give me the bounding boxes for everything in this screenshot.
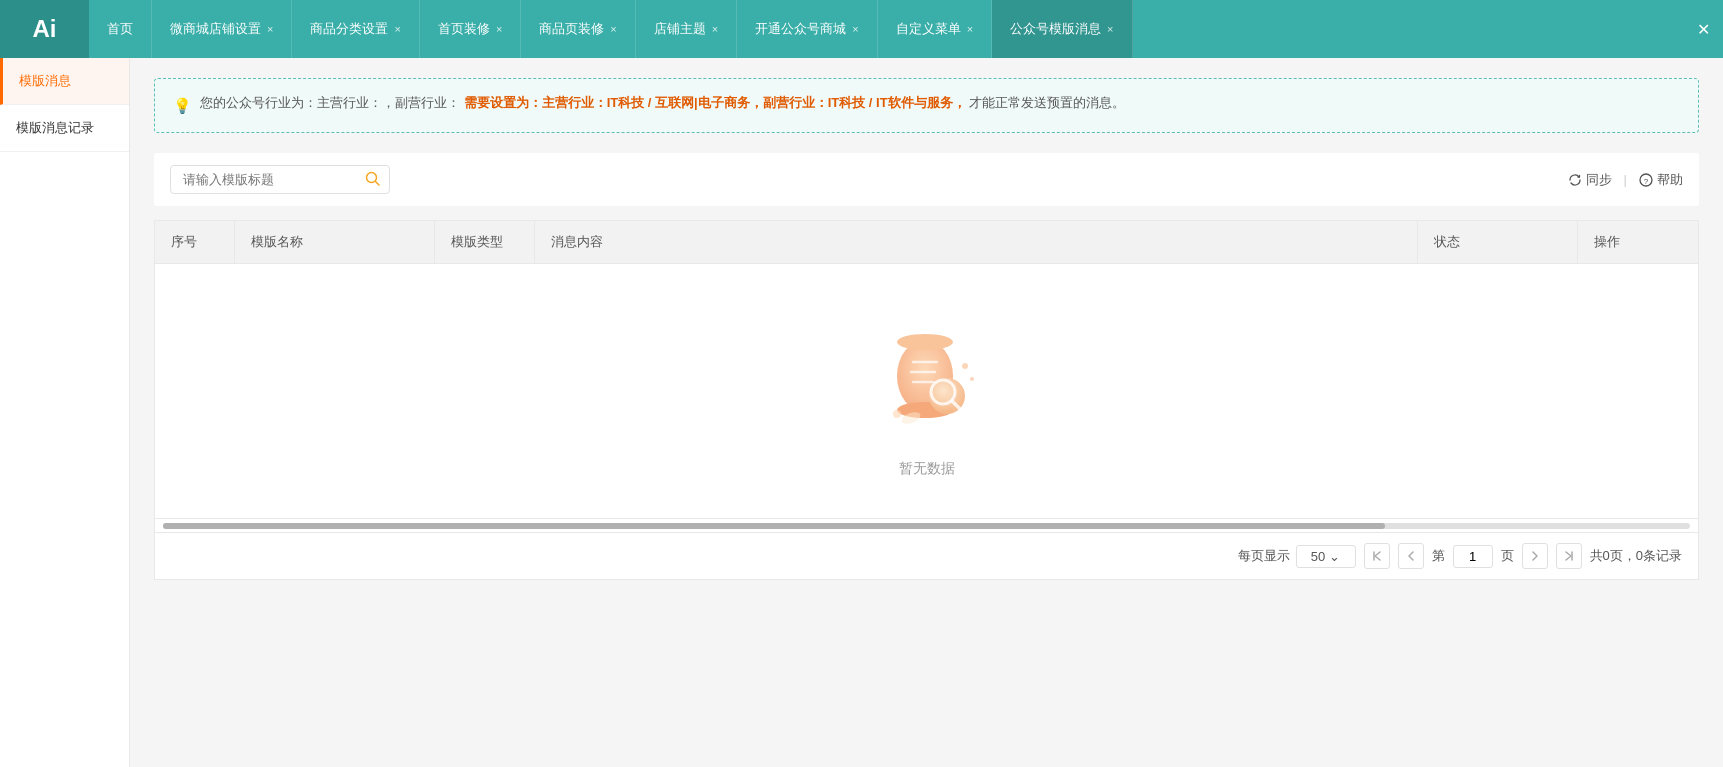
search-bar: 同步 | ? 帮助 — [154, 153, 1699, 206]
nav-tab-home-decoration[interactable]: 首页装修 × — [420, 0, 521, 58]
nav-tab-product-decoration[interactable]: 商品页装修 × — [521, 0, 635, 58]
nav-tabs: 首页 微商城店铺设置 × 商品分类设置 × 首页装修 × 商品页装修 × 店铺主… — [89, 0, 1683, 58]
close-tab-open-mall[interactable]: × — [852, 23, 858, 35]
col-header-content: 消息内容 — [535, 221, 1418, 263]
nav-tab-category-settings[interactable]: 商品分类设置 × — [292, 0, 419, 58]
close-all-tabs-button[interactable]: ✕ — [1683, 0, 1723, 58]
page-size-select[interactable]: 50 ⌄ — [1296, 545, 1356, 568]
notice-box: 💡 您的公众号行业为：主营行业：，副营行业： 需要设置为：主营行业：IT科技 /… — [154, 78, 1699, 133]
sidebar: 模版消息 模版消息记录 — [0, 58, 130, 767]
svg-point-5 — [897, 334, 953, 350]
close-tab-custom-menu[interactable]: × — [967, 23, 973, 35]
col-header-status: 状态 — [1418, 221, 1578, 263]
app-logo: Ai — [0, 0, 89, 58]
chevron-down-icon: ⌄ — [1329, 549, 1340, 564]
close-tab-template-msg[interactable]: × — [1107, 23, 1113, 35]
nav-tab-shop-settings[interactable]: 微商城店铺设置 × — [152, 0, 292, 58]
sidebar-item-template-msg-records[interactable]: 模版消息记录 — [0, 105, 129, 152]
table-header: 序号 模版名称 模版类型 消息内容 状态 操作 — [154, 220, 1699, 263]
col-header-action: 操作 — [1578, 221, 1698, 263]
empty-text: 暂无数据 — [899, 460, 955, 478]
horizontal-scrollbar[interactable] — [154, 519, 1699, 533]
nav-tab-open-mall[interactable]: 开通公众号商城 × — [737, 0, 877, 58]
search-input-wrap — [170, 165, 390, 194]
sidebar-item-template-msg[interactable]: 模版消息 — [0, 58, 129, 105]
first-page-button[interactable] — [1364, 543, 1390, 569]
col-header-type: 模版类型 — [435, 221, 535, 263]
help-button[interactable]: ? 帮助 — [1639, 171, 1683, 189]
svg-point-15 — [893, 410, 901, 418]
close-tab-product-decoration[interactable]: × — [610, 23, 616, 35]
page-total: 共0页，0条记录 — [1590, 547, 1682, 565]
content-area: 💡 您的公众号行业为：主营行业：，副营行业： 需要设置为：主营行业：IT科技 /… — [130, 58, 1723, 767]
close-tab-home-decoration[interactable]: × — [496, 23, 502, 35]
sync-button[interactable]: 同步 — [1568, 171, 1612, 189]
nav-tab-home[interactable]: 首页 — [89, 0, 152, 58]
search-left — [170, 165, 390, 194]
prev-page-button[interactable] — [1398, 543, 1424, 569]
close-tab-category-settings[interactable]: × — [394, 23, 400, 35]
empty-illustration — [867, 324, 987, 444]
close-tab-shop-settings[interactable]: × — [267, 23, 273, 35]
last-page-button[interactable] — [1556, 543, 1582, 569]
page-number-input[interactable] — [1453, 545, 1493, 568]
next-page-button[interactable] — [1522, 543, 1548, 569]
col-header-index: 序号 — [155, 221, 235, 263]
svg-text:?: ? — [1644, 177, 1649, 186]
nav-tab-custom-menu[interactable]: 自定义菜单 × — [878, 0, 992, 58]
main-layout: 模版消息 模版消息记录 💡 您的公众号行业为：主营行业：，副营行业： 需要设置为… — [0, 58, 1723, 767]
search-right: 同步 | ? 帮助 — [1568, 171, 1683, 189]
svg-point-14 — [970, 377, 974, 381]
divider: | — [1624, 172, 1627, 187]
notice-icon: 💡 — [173, 94, 192, 118]
svg-line-1 — [376, 181, 380, 185]
search-input[interactable] — [170, 165, 390, 194]
empty-state: 暂无数据 — [154, 263, 1699, 519]
top-nav: Ai 首页 微商城店铺设置 × 商品分类设置 × 首页装修 × 商品页装修 × … — [0, 0, 1723, 58]
scrollbar-thumb — [163, 523, 1385, 529]
data-table: 序号 模版名称 模版类型 消息内容 状态 操作 — [154, 220, 1699, 580]
close-tab-store-theme[interactable]: × — [712, 23, 718, 35]
nav-tab-template-msg[interactable]: 公众号模版消息 × — [992, 0, 1132, 58]
pagination-bar: 每页显示 50 ⌄ 第 页 — [154, 533, 1699, 580]
nav-tab-store-theme[interactable]: 店铺主题 × — [636, 0, 737, 58]
page-size-wrap: 每页显示 50 ⌄ — [1238, 545, 1356, 568]
svg-point-13 — [962, 363, 968, 369]
scrollbar-track — [163, 523, 1690, 529]
search-icon-button[interactable] — [365, 171, 380, 189]
col-header-name: 模版名称 — [235, 221, 435, 263]
